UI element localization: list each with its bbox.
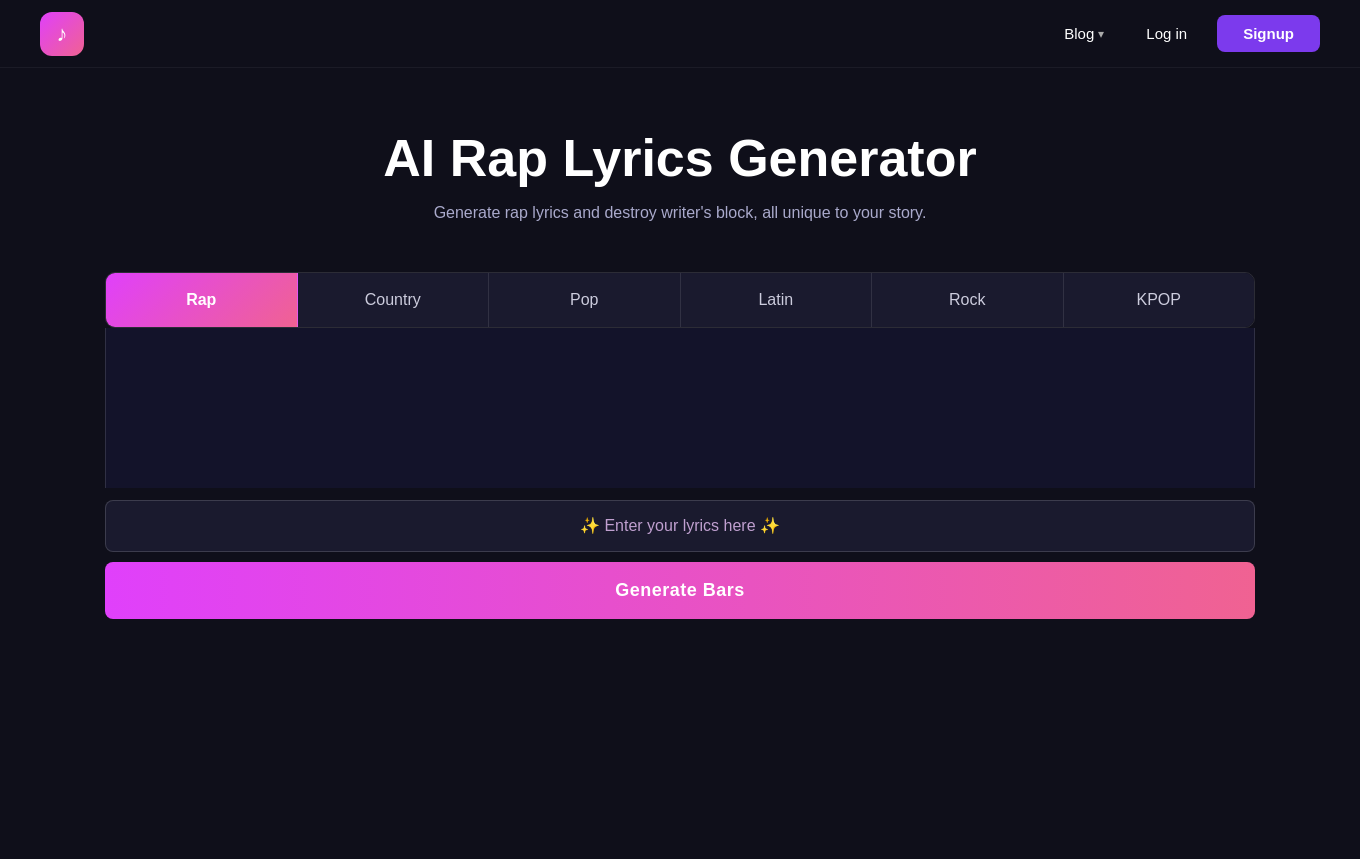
lyrics-input[interactable]	[106, 517, 1254, 535]
chevron-down-icon: ▾	[1098, 27, 1104, 41]
generate-bars-button[interactable]: Generate Bars	[105, 562, 1255, 619]
blog-button[interactable]: Blog ▾	[1052, 17, 1116, 50]
login-button[interactable]: Log in	[1128, 17, 1205, 50]
header: ♪ Blog ▾ Log in Signup	[0, 0, 1360, 68]
genre-tabs: RapCountryPopLatinRockKPOP	[105, 272, 1255, 328]
genre-tab-rock[interactable]: Rock	[872, 273, 1064, 327]
logo-icon: ♪	[40, 12, 84, 56]
nav-right: Blog ▾ Log in Signup	[1052, 15, 1320, 52]
lyrics-input-container[interactable]	[105, 500, 1255, 552]
blog-label: Blog	[1064, 25, 1094, 42]
genre-tab-latin[interactable]: Latin	[681, 273, 873, 327]
page-subtitle: Generate rap lyrics and destroy writer's…	[434, 204, 927, 222]
genre-tab-country[interactable]: Country	[298, 273, 490, 327]
content-area	[105, 328, 1255, 488]
logo[interactable]: ♪	[40, 12, 84, 56]
main-content: AI Rap Lyrics Generator Generate rap lyr…	[0, 68, 1360, 619]
genre-tab-pop[interactable]: Pop	[489, 273, 681, 327]
page-title: AI Rap Lyrics Generator	[383, 128, 976, 188]
genre-tab-kpop[interactable]: KPOP	[1064, 273, 1255, 327]
signup-button[interactable]: Signup	[1217, 15, 1320, 52]
genre-tab-rap[interactable]: Rap	[106, 273, 298, 327]
